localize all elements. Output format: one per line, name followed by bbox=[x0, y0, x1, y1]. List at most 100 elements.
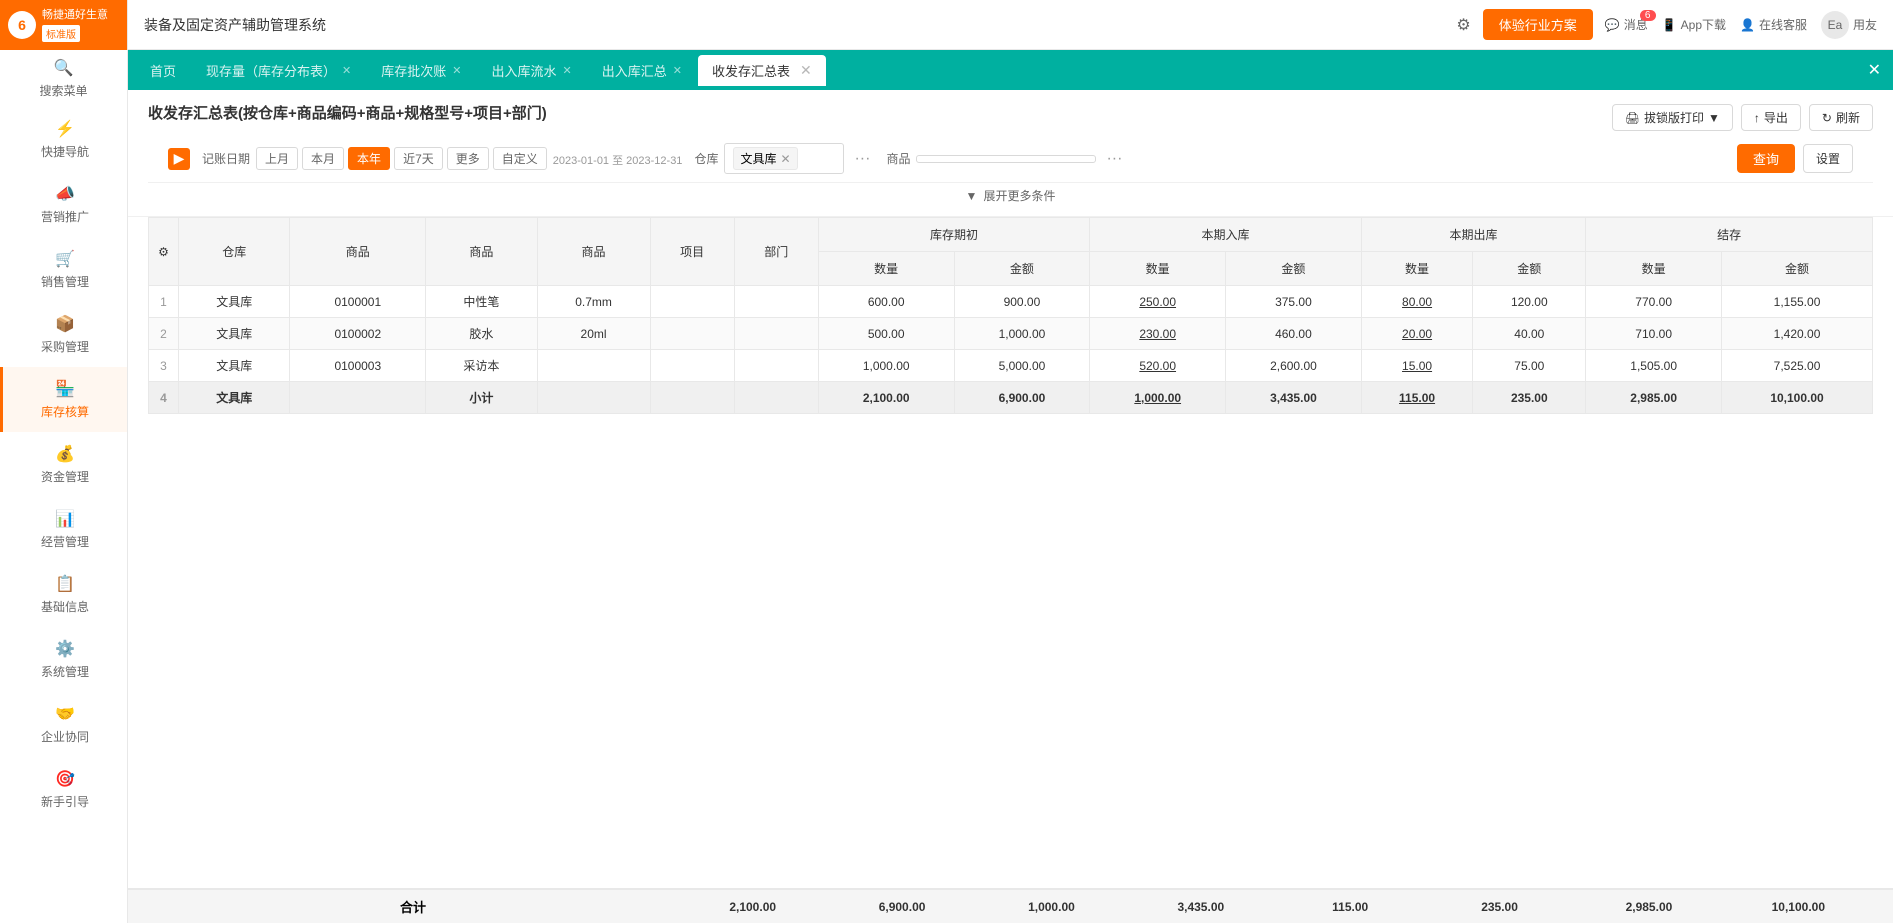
sidebar-item-label: 采购管理 bbox=[41, 338, 89, 355]
operations-icon: 📊 bbox=[55, 509, 75, 529]
experience-button[interactable]: 体验行业方案 bbox=[1483, 9, 1593, 40]
table-row: 4文具库小计2,100.006,900.001,000.003,435.0011… bbox=[149, 382, 1873, 414]
sidebar-item-collab[interactable]: 🤝 企业协同 bbox=[0, 692, 127, 757]
filter-settings-button[interactable]: 设置 bbox=[1803, 144, 1853, 173]
sidebar-item-purchase[interactable]: 📦 采购管理 bbox=[0, 302, 127, 367]
app-download-item[interactable]: 📱 App下载 bbox=[1662, 16, 1726, 33]
tab-batch-ledger[interactable]: 库存批次账 ✕ bbox=[367, 55, 475, 86]
settings-icon[interactable]: ⚙ bbox=[1456, 15, 1470, 35]
tab-summary[interactable]: 出入库汇总 ✕ bbox=[588, 55, 696, 86]
sidebar-item-quick-nav[interactable]: ⚡ 快捷导航 bbox=[0, 107, 127, 172]
row-out-qty[interactable]: 20.00 bbox=[1361, 318, 1472, 350]
finance-icon: 💰 bbox=[55, 444, 75, 464]
sidebar-item-label: 企业协同 bbox=[41, 728, 89, 745]
row-out-qty[interactable]: 115.00 bbox=[1361, 382, 1472, 414]
row-out-qty[interactable]: 80.00 bbox=[1361, 286, 1472, 318]
expand-more-row[interactable]: ▼ 展开更多条件 bbox=[148, 183, 1873, 208]
col-goods-code: 商品 bbox=[290, 218, 426, 286]
date-btn-more[interactable]: 更多 bbox=[447, 147, 489, 170]
page-title: 收发存汇总表(按仓库+商品编码+商品+规格型号+项目+部门) bbox=[148, 102, 547, 123]
logo-text: 畅捷通好生意 bbox=[42, 8, 108, 22]
goods-select[interactable] bbox=[916, 155, 1096, 163]
sidebar-item-marketing[interactable]: 📣 营销推广 bbox=[0, 172, 127, 237]
sidebar-item-system[interactable]: ⚙️ 系统管理 bbox=[0, 627, 127, 692]
sidebar-item-label: 经营管理 bbox=[41, 533, 89, 550]
row-department bbox=[734, 350, 818, 382]
tab-flow[interactable]: 出入库流水 ✕ bbox=[477, 55, 585, 86]
footer-balance-amt: 10,100.00 bbox=[1724, 900, 1873, 914]
app-logo: 6 畅捷通好生意 标准版 bbox=[0, 0, 127, 50]
sidebar-item-label: 资金管理 bbox=[41, 468, 89, 485]
page-header: 收发存汇总表(按仓库+商品编码+商品+规格型号+项目+部门) 🖨 拔锁版打印 ▼… bbox=[128, 90, 1893, 217]
row-in-qty[interactable]: 250.00 bbox=[1090, 286, 1226, 318]
content-area: 收发存汇总表(按仓库+商品编码+商品+规格型号+项目+部门) 🖨 拔锁版打印 ▼… bbox=[128, 90, 1893, 923]
goods-filter-group: 商品 ··· bbox=[886, 150, 1126, 168]
footer-out-amt: 235.00 bbox=[1425, 900, 1574, 914]
refresh-label: 刷新 bbox=[1836, 109, 1860, 126]
row-project bbox=[650, 350, 734, 382]
tab-collect-summary-close[interactable]: ✕ bbox=[800, 62, 812, 79]
date-btn-7days[interactable]: 近7天 bbox=[394, 147, 443, 170]
date-buttons: 上月 本月 本年 近7天 更多 自定义 bbox=[256, 147, 547, 170]
date-label: 记账日期 bbox=[202, 150, 250, 167]
tab-inventory-dist[interactable]: 现存量（库存分布表） ✕ bbox=[192, 55, 365, 86]
sidebar-item-search[interactable]: 🔍 搜索菜单 bbox=[0, 50, 127, 107]
date-btn-cur-month[interactable]: 本月 bbox=[302, 147, 344, 170]
filter-bar: ▶ 记账日期 上月 本月 本年 近7天 更多 自定义 2023-01-01 至 … bbox=[148, 135, 1873, 183]
goods-label: 商品 bbox=[886, 150, 910, 167]
warehouse-tag-close[interactable]: ✕ bbox=[780, 152, 790, 166]
sidebar-item-operations[interactable]: 📊 经营管理 bbox=[0, 497, 127, 562]
print-button[interactable]: 🖨 拔锁版打印 ▼ bbox=[1612, 104, 1733, 131]
date-btn-cur-year[interactable]: 本年 bbox=[348, 147, 390, 170]
tab-flow-close[interactable]: ✕ bbox=[563, 64, 572, 77]
row-warehouse: 文具库 bbox=[179, 382, 290, 414]
sidebar-item-label: 销售管理 bbox=[41, 273, 89, 290]
refresh-button[interactable]: ↻ 刷新 bbox=[1809, 104, 1873, 131]
col-opening-qty: 数量 bbox=[818, 252, 954, 286]
row-balance-qty: 1,505.00 bbox=[1586, 350, 1722, 382]
sidebar-item-inventory[interactable]: 🏪 库存核算 bbox=[0, 367, 127, 432]
col-group-balance: 结存 bbox=[1586, 218, 1873, 252]
warehouse-select[interactable]: 文具库 ✕ bbox=[724, 143, 844, 174]
user-item[interactable]: Ea 用友 bbox=[1821, 11, 1877, 39]
col-out-qty: 数量 bbox=[1361, 252, 1472, 286]
row-in-qty[interactable]: 1,000.00 bbox=[1090, 382, 1226, 414]
sidebar-item-guide[interactable]: 🎯 新手引导 bbox=[0, 757, 127, 822]
sidebar-item-label: 搜索菜单 bbox=[39, 82, 87, 99]
col-balance-amt: 金额 bbox=[1722, 252, 1873, 286]
col-balance-qty: 数量 bbox=[1586, 252, 1722, 286]
row-goods-code: 0100002 bbox=[290, 318, 426, 350]
row-in-qty[interactable]: 230.00 bbox=[1090, 318, 1226, 350]
sidebar-item-finance[interactable]: 💰 资金管理 bbox=[0, 432, 127, 497]
tab-home-label: 首页 bbox=[150, 61, 176, 80]
message-item[interactable]: 💬 消息 6 bbox=[1605, 16, 1648, 33]
query-button[interactable]: 查询 bbox=[1737, 144, 1795, 173]
header-icons: 💬 消息 6 📱 App下载 👤 在线客服 Ea 用友 bbox=[1605, 11, 1877, 39]
col-group-out: 本期出库 bbox=[1361, 218, 1585, 252]
date-btn-prev-month[interactable]: 上月 bbox=[256, 147, 298, 170]
row-goods-spec: 20ml bbox=[537, 318, 650, 350]
sidebar-item-sales[interactable]: 🛒 销售管理 bbox=[0, 237, 127, 302]
goods-more-dots[interactable]: ··· bbox=[1102, 150, 1126, 168]
tab-batch-ledger-close[interactable]: ✕ bbox=[452, 64, 461, 77]
date-btn-custom[interactable]: 自定义 bbox=[493, 147, 547, 170]
sidebar-item-base-info[interactable]: 📋 基础信息 bbox=[0, 562, 127, 627]
tab-inventory-dist-close[interactable]: ✕ bbox=[342, 64, 351, 77]
row-out-qty[interactable]: 15.00 bbox=[1361, 350, 1472, 382]
tab-bar-close-icon[interactable]: ✕ bbox=[1864, 56, 1885, 84]
expand-arrow-icon: ▼ bbox=[966, 189, 978, 203]
tab-summary-close[interactable]: ✕ bbox=[673, 64, 682, 77]
tab-collect-summary[interactable]: 收发存汇总表 ✕ bbox=[698, 55, 826, 86]
tab-home[interactable]: 首页 bbox=[136, 55, 190, 86]
table-row: 3文具库0100003采访本1,000.005,000.00520.002,60… bbox=[149, 350, 1873, 382]
row-opening-amt: 1,000.00 bbox=[954, 318, 1090, 350]
date-range-display: 2023-01-01 至 2023-12-31 bbox=[553, 152, 683, 168]
col-settings[interactable]: ⚙ bbox=[149, 218, 179, 286]
warehouse-more-dots[interactable]: ··· bbox=[850, 150, 874, 168]
row-opening-amt: 6,900.00 bbox=[954, 382, 1090, 414]
export-button[interactable]: ↑ 导出 bbox=[1741, 104, 1801, 131]
online-service-item[interactable]: 👤 在线客服 bbox=[1740, 16, 1807, 33]
filter-expand-button[interactable]: ▶ bbox=[168, 148, 190, 170]
col-department: 部门 bbox=[734, 218, 818, 286]
row-in-qty[interactable]: 520.00 bbox=[1090, 350, 1226, 382]
